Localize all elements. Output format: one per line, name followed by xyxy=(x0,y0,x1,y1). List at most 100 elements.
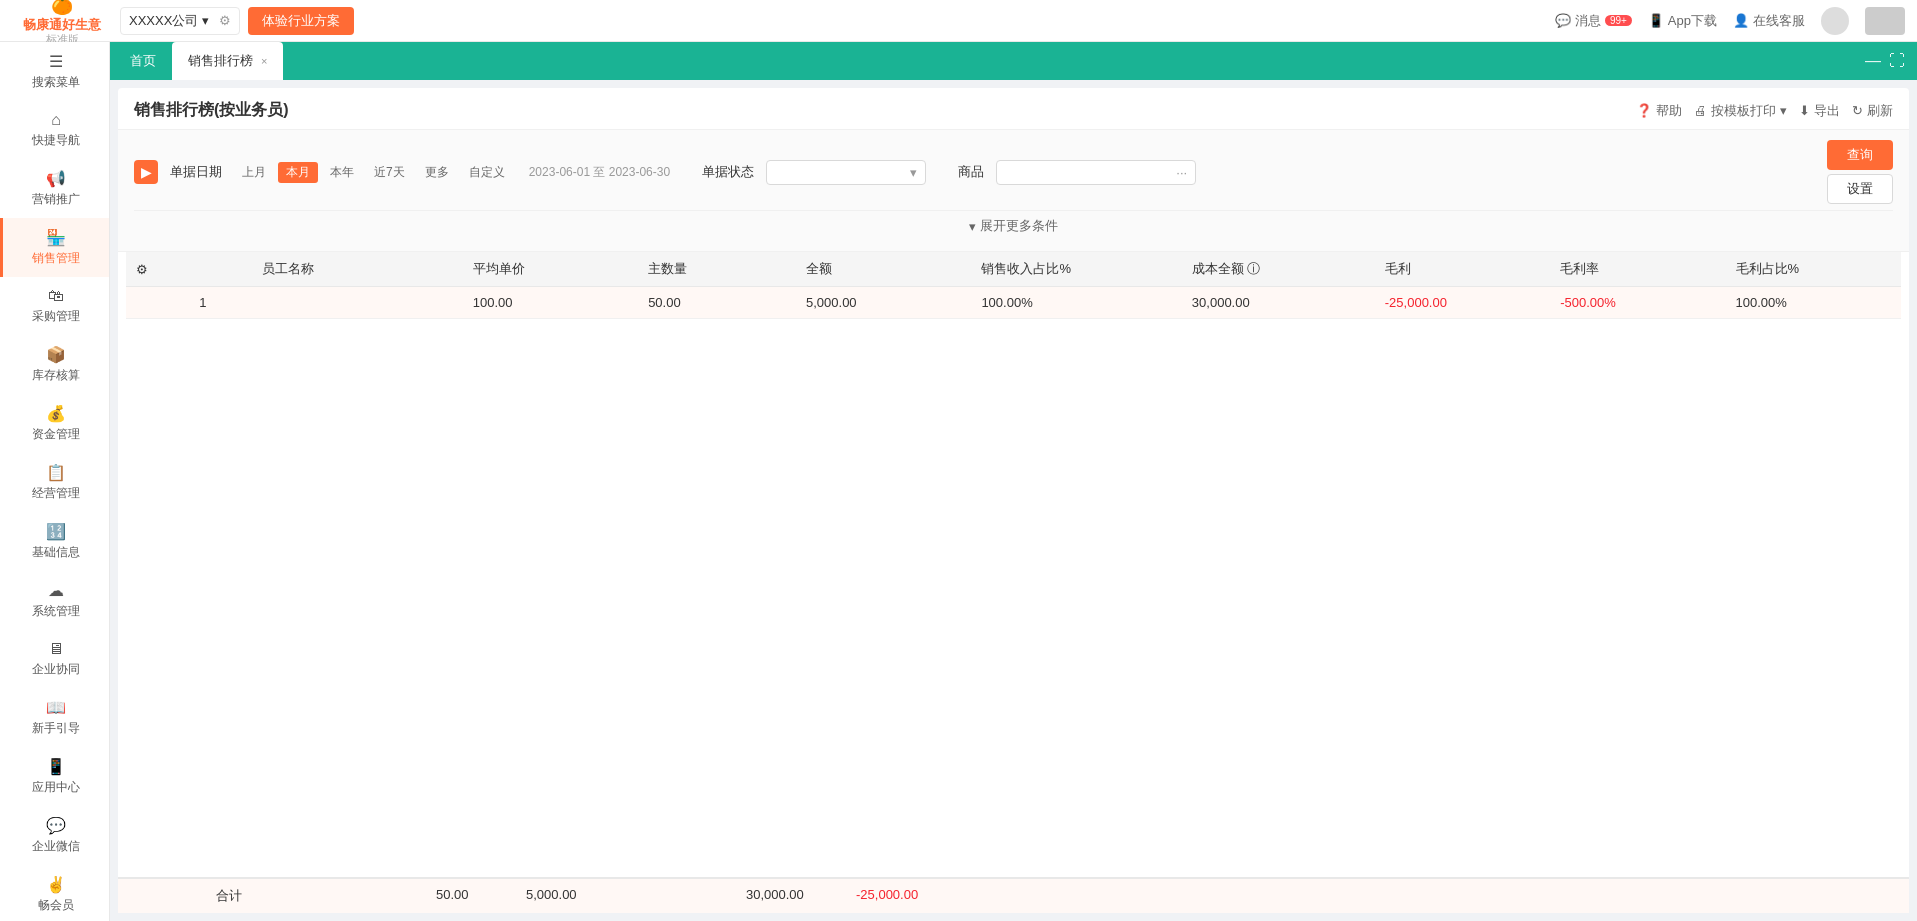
col-gross-pct: 毛利占比% xyxy=(1726,252,1901,287)
sidebar-item-label-guide: 新手引导 xyxy=(32,720,80,737)
message-badge: 99+ xyxy=(1605,15,1632,26)
chevron-down-icon: ▾ xyxy=(969,219,976,234)
sidebar-item-member[interactable]: ✌ 畅会员 xyxy=(0,865,109,921)
sidebar-item-marketing[interactable]: 📢 营销推广 xyxy=(0,159,109,218)
app-label: App下载 xyxy=(1668,12,1717,30)
sidebar-item-label-operations: 经营管理 xyxy=(32,485,80,502)
logo-icon: 🍊 xyxy=(51,0,73,17)
minimize-icon[interactable]: — xyxy=(1865,52,1881,70)
company-selector[interactable]: XXXXX公司 ▾ ⚙ xyxy=(120,7,240,35)
col-cost: 成本全额 ⓘ xyxy=(1182,252,1375,287)
date-opt-more[interactable]: 更多 xyxy=(417,162,457,183)
col-gross: 毛利 xyxy=(1375,252,1550,287)
help-btn[interactable]: ❓ 帮助 xyxy=(1636,102,1682,120)
col-gross-rate: 毛利率 xyxy=(1550,252,1725,287)
sidebar-item-app-center[interactable]: 📱 应用中心 xyxy=(0,747,109,806)
col-settings[interactable]: ⚙ xyxy=(126,252,189,287)
goods-select[interactable]: ··· xyxy=(996,160,1196,185)
date-opt-custom[interactable]: 自定义 xyxy=(461,162,513,183)
top-bar-right: 💬 消息 99+ 📱 App下载 👤 在线客服 xyxy=(1555,7,1905,35)
avatar[interactable] xyxy=(1821,7,1849,35)
expand-more-btn[interactable]: ▾ 展开更多条件 xyxy=(134,210,1893,241)
sidebar-item-operations[interactable]: 📋 经营管理 xyxy=(0,453,109,512)
inventory-icon: 📦 xyxy=(46,345,66,364)
filter-row: ▶ 单据日期 上月 本月 本年 近7天 更多 自定义 2023-06-01 至 … xyxy=(134,140,1893,204)
tab-bar: 首页 销售排行榜 × — ⛶ xyxy=(110,42,1917,80)
sidebar-item-label-basic: 基础信息 xyxy=(32,544,80,561)
status-filter-label: 单据状态 xyxy=(702,163,754,181)
status-select[interactable]: ▾ xyxy=(766,160,926,185)
table-footer: 合计 50.00 5,000.00 30,000.00 -25,000.00 xyxy=(118,877,1909,913)
goods-filter-label: 商品 xyxy=(958,163,984,181)
sidebar-item-finance[interactable]: 💰 资金管理 xyxy=(0,394,109,453)
sidebar-item-label-search: 搜索菜单 xyxy=(32,74,80,91)
sidebar-item-inventory[interactable]: 📦 库存核算 xyxy=(0,335,109,394)
finance-icon: 💰 xyxy=(46,404,66,423)
sidebar-item-enterprise[interactable]: 🖥 企业协同 xyxy=(0,630,109,688)
help-label: 帮助 xyxy=(1656,102,1682,120)
online-service-btn[interactable]: 👤 在线客服 xyxy=(1733,12,1805,30)
refresh-btn[interactable]: ↻ 刷新 xyxy=(1852,102,1893,120)
cell-gross-rate: -500.00% xyxy=(1550,287,1725,319)
table-header-row: ⚙ 员工名称 平均单价 主数量 全额 销售收入占比% 成本全额 ⓘ 毛利 毛利率 xyxy=(126,252,1901,287)
col-avg-price: 平均单价 xyxy=(463,252,638,287)
sidebar-item-guide[interactable]: 📖 新手引导 xyxy=(0,688,109,747)
date-opt-last-month[interactable]: 上月 xyxy=(234,162,274,183)
date-opt-this-year[interactable]: 本年 xyxy=(322,162,362,183)
data-table: ⚙ 员工名称 平均单价 主数量 全额 销售收入占比% 成本全额 ⓘ 毛利 毛利率 xyxy=(126,252,1901,319)
sidebar-item-label-enterprise: 企业协同 xyxy=(32,661,80,678)
service-icon: 👤 xyxy=(1733,13,1749,28)
app-download-btn[interactable]: 📱 App下载 xyxy=(1648,12,1717,30)
refresh-label: 刷新 xyxy=(1867,102,1893,120)
filter-bar: ▶ 单据日期 上月 本月 本年 近7天 更多 自定义 2023-06-01 至 … xyxy=(118,130,1909,252)
filter-actions: 查询 设置 xyxy=(1827,140,1893,204)
table-row: 1 100.00 50.00 5,000.00 100.00% 30,000.0… xyxy=(126,287,1901,319)
footer-gross: -25,000.00 xyxy=(846,887,946,905)
sidebar-item-sales[interactable]: 🏪 销售管理 xyxy=(0,218,109,277)
chevron-down-icon: ▾ xyxy=(202,13,209,28)
marketing-icon: 📢 xyxy=(46,169,66,188)
settings-button[interactable]: 设置 xyxy=(1827,174,1893,204)
goods-more-icon[interactable]: ··· xyxy=(1176,165,1187,180)
sidebar-item-quick-nav[interactable]: ⌂ 快捷导航 xyxy=(0,101,109,159)
date-opt-last7[interactable]: 近7天 xyxy=(366,162,413,183)
date-filter-label: 单据日期 xyxy=(170,163,222,181)
avatar2[interactable] xyxy=(1865,7,1905,35)
cell-amount: 5,000.00 xyxy=(796,287,971,319)
expand-more-label: 展开更多条件 xyxy=(980,217,1058,235)
sidebar-item-purchase[interactable]: 🛍 采购管理 xyxy=(0,277,109,335)
table-container: ⚙ 员工名称 平均单价 主数量 全额 销售收入占比% 成本全额 ⓘ 毛利 毛利率 xyxy=(118,252,1909,877)
help-icon: ❓ xyxy=(1636,103,1652,118)
sidebar-item-system[interactable]: ☁ 系统管理 xyxy=(0,571,109,630)
expand-icon[interactable]: ⛶ xyxy=(1889,52,1905,70)
sidebar-item-basic-info[interactable]: 🔢 基础信息 xyxy=(0,512,109,571)
date-opt-this-month[interactable]: 本月 xyxy=(278,162,318,183)
refresh-icon: ↻ xyxy=(1852,103,1863,118)
footer-amount: 5,000.00 xyxy=(516,887,616,905)
cell-cost: 30,000.00 xyxy=(1182,287,1375,319)
filter-toggle-btn[interactable]: ▶ xyxy=(134,160,158,184)
tab-home[interactable]: 首页 xyxy=(114,42,172,80)
system-icon: ☁ xyxy=(48,581,64,600)
print-btn[interactable]: 🖨 按模板打印 ▾ xyxy=(1694,102,1787,120)
tab-close-icon[interactable]: × xyxy=(261,55,267,67)
export-btn[interactable]: ⬇ 导出 xyxy=(1799,102,1840,120)
sidebar-item-label-wechat: 企业微信 xyxy=(32,838,80,855)
message-btn[interactable]: 💬 消息 99+ xyxy=(1555,12,1632,30)
footer-sales-pct xyxy=(616,887,736,905)
sidebar-item-search[interactable]: ☰ 搜索菜单 xyxy=(0,42,109,101)
cell-employee xyxy=(252,287,462,319)
settings-icon[interactable]: ⚙ xyxy=(219,13,231,28)
sidebar-item-label-system: 系统管理 xyxy=(32,603,80,620)
tab-sales-rank[interactable]: 销售排行榜 × xyxy=(172,42,283,80)
query-button[interactable]: 查询 xyxy=(1827,140,1893,170)
sidebar-item-wechat[interactable]: 💬 企业微信 xyxy=(0,806,109,865)
trial-button[interactable]: 体验行业方案 xyxy=(248,7,354,35)
sidebar-item-label-finance: 资金管理 xyxy=(32,426,80,443)
sales-icon: 🏪 xyxy=(46,228,66,247)
page-actions: ❓ 帮助 🖨 按模板打印 ▾ ⬇ 导出 ↻ xyxy=(1636,102,1893,120)
page-header: 销售排行榜(按业务员) ❓ 帮助 🖨 按模板打印 ▾ ⬇ xyxy=(118,88,1909,130)
col-rank xyxy=(189,252,252,287)
sales-rank-tab-label: 销售排行榜 xyxy=(188,52,253,70)
enterprise-icon: 🖥 xyxy=(48,640,64,658)
